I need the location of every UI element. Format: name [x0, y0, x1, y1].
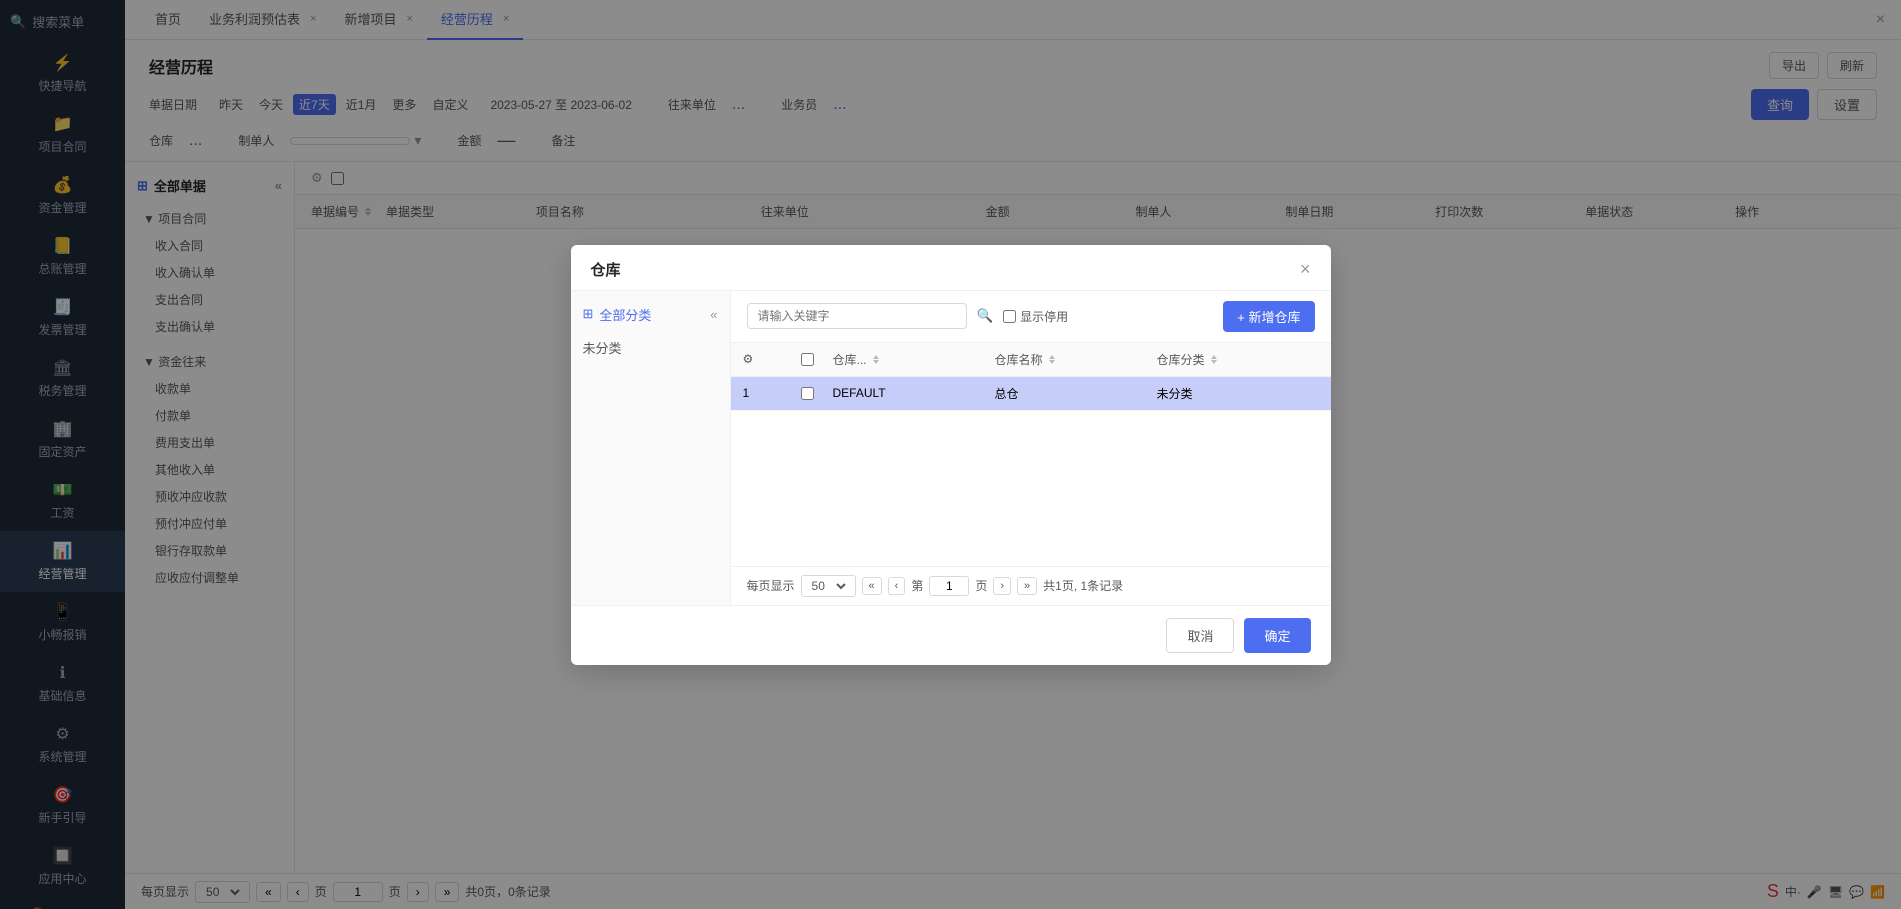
modal-select-all[interactable] — [801, 353, 814, 366]
add-warehouse-btn[interactable]: + 新增仓库 — [1223, 301, 1314, 332]
show-disabled-label[interactable]: 显示停用 — [1003, 308, 1068, 325]
modal-search-input[interactable] — [747, 303, 967, 329]
modal-title: 仓库 — [591, 259, 621, 280]
modal-table-header: ⚙ 仓库... 仓库名称 仓库分类 — [731, 343, 1331, 377]
modal-col-checkbox — [783, 353, 833, 366]
modal-row-index: 1 — [743, 386, 783, 400]
modal-last-page[interactable]: » — [1017, 577, 1037, 595]
modal-row-code: DEFAULT — [833, 386, 995, 400]
modal-first-page[interactable]: « — [862, 577, 882, 595]
tree-item-uncategorized[interactable]: 未分类 — [571, 330, 730, 365]
modal-row-name: 总仓 — [995, 385, 1157, 402]
modal-row-category: 未分类 — [1157, 385, 1319, 402]
modal-table: ⚙ 仓库... 仓库名称 仓库分类 — [731, 343, 1331, 566]
modal-total-records: 共1页, 1条记录 — [1043, 577, 1123, 594]
modal-tree-header: ⊞ 全部分类 « — [571, 299, 730, 330]
modal-sort-name[interactable] — [1049, 355, 1055, 364]
tree-grid-icon: ⊞ — [583, 306, 594, 322]
modal-footer: 取消 确定 — [571, 605, 1331, 665]
modal-sort-category[interactable] — [1211, 355, 1217, 364]
tree-all-label[interactable]: 全部分类 — [599, 305, 651, 324]
modal-page-input[interactable] — [929, 576, 969, 596]
modal-per-page-select[interactable]: 50 100 — [808, 578, 849, 594]
modal-col-settings: ⚙ — [743, 352, 783, 366]
modal-col-settings-icon[interactable]: ⚙ — [743, 352, 754, 366]
modal-next-page[interactable]: › — [993, 577, 1011, 595]
modal-col-name: 仓库名称 — [995, 351, 1157, 368]
modal-body: ⊞ 全部分类 « 未分类 🔍 显示停用 + 新增仓库 — [571, 291, 1331, 605]
modal-tree-panel: ⊞ 全部分类 « 未分类 — [571, 291, 731, 605]
modal-pagination: 每页显示 50 100 « ‹ 第 页 › » 共1页, 1条记录 — [731, 566, 1331, 605]
modal-prev-page[interactable]: ‹ — [888, 577, 906, 595]
tree-collapse-btn[interactable]: « — [710, 307, 717, 322]
modal-per-page-wrapper[interactable]: 50 100 — [801, 575, 856, 597]
modal-row-checkbox[interactable] — [783, 387, 833, 400]
modal-header: 仓库 × — [571, 245, 1331, 291]
modal-table-row[interactable]: 1 DEFAULT 总仓 未分类 — [731, 377, 1331, 411]
modal-col-code: 仓库... — [833, 351, 995, 368]
modal-sort-code[interactable] — [873, 355, 879, 364]
warehouse-modal: 仓库 × ⊞ 全部分类 « 未分类 🔍 显示停用 + 新增仓库 — [571, 245, 1331, 665]
cancel-button[interactable]: 取消 — [1166, 618, 1234, 653]
show-disabled-checkbox[interactable] — [1003, 310, 1016, 323]
modal-col-category: 仓库分类 — [1157, 351, 1319, 368]
confirm-button[interactable]: 确定 — [1244, 618, 1310, 653]
modal-search-btn[interactable]: 🔍 — [977, 308, 994, 324]
modal-right-content: 🔍 显示停用 + 新增仓库 ⚙ 仓库... — [731, 291, 1331, 605]
modal-toolbar: 🔍 显示停用 + 新增仓库 — [731, 291, 1331, 343]
modal-close-btn[interactable]: × — [1300, 259, 1311, 280]
